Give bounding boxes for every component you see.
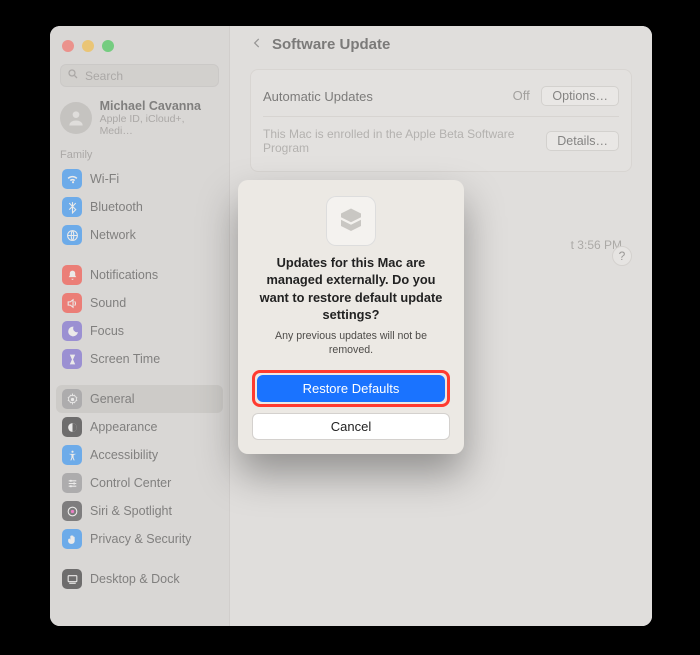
highlight-annotation: Restore Defaults	[252, 370, 450, 407]
globe-icon	[62, 225, 82, 245]
sidebar-item-notifications[interactable]: Notifications	[56, 261, 223, 289]
cancel-button[interactable]: Cancel	[252, 413, 450, 440]
search-icon	[67, 68, 79, 83]
updates-card: Automatic Updates Off Options… This Mac …	[250, 69, 632, 172]
sound-icon	[62, 293, 82, 313]
sidebar-item-label: Control Center	[90, 476, 171, 490]
title-bar: Software Update	[250, 36, 632, 69]
gear-icon	[62, 389, 82, 409]
sidebar-item-network[interactable]: Network	[56, 221, 223, 249]
sidebar-item-label: Sound	[90, 296, 126, 310]
bell-icon	[62, 265, 82, 285]
auto-updates-label: Automatic Updates	[263, 89, 373, 104]
sliders-icon	[62, 473, 82, 493]
page-title: Software Update	[272, 36, 390, 53]
sidebar-item-label: Siri & Spotlight	[90, 504, 172, 518]
sidebar-item-control-center[interactable]: Control Center	[56, 469, 223, 497]
sidebar-item-label: Accessibility	[90, 448, 158, 462]
details-button[interactable]: Details…	[546, 131, 619, 151]
appear-icon	[62, 417, 82, 437]
minimize-icon[interactable]	[82, 40, 94, 52]
dialog-heading: Updates for this Mac are managed externa…	[252, 254, 450, 323]
divider	[263, 116, 619, 117]
avatar	[60, 102, 92, 134]
sidebar-item-label: Wi-Fi	[90, 172, 119, 186]
dock-icon	[62, 569, 82, 589]
sidebar-item-privacy-security[interactable]: Privacy & Security	[56, 525, 223, 553]
sidebar-item-screen-time[interactable]: Screen Time	[56, 345, 223, 373]
profile-name: Michael Cavanna	[100, 99, 219, 113]
sidebar-item-focus[interactable]: Focus	[56, 317, 223, 345]
hour-icon	[62, 349, 82, 369]
sidebar-item-desktop-dock[interactable]: Desktop & Dock	[56, 565, 223, 593]
beta-enroll-text: This Mac is enrolled in the Apple Beta S…	[263, 127, 546, 155]
wifi-icon	[62, 169, 82, 189]
search-input[interactable]: Search	[60, 64, 219, 87]
help-button[interactable]: ?	[612, 246, 632, 266]
window-controls	[50, 34, 229, 62]
sidebar-item-label: Notifications	[90, 268, 158, 282]
sidebar-list: Wi-Fi Bluetooth Network Notifications Sound F…	[50, 163, 229, 595]
sidebar-item-label: Desktop & Dock	[90, 572, 180, 586]
sidebar: Search Michael Cavanna Apple ID, iCloud+…	[50, 26, 230, 626]
sidebar-item-label: General	[90, 392, 134, 406]
auto-updates-state: Off	[513, 88, 530, 103]
sidebar-item-label: Screen Time	[90, 352, 160, 366]
apple-id-row[interactable]: Michael Cavanna Apple ID, iCloud+, Medi…	[50, 95, 229, 145]
dialog-subtext: Any previous updates will not be removed…	[252, 329, 450, 358]
moon-icon	[62, 321, 82, 341]
restore-defaults-button[interactable]: Restore Defaults	[257, 375, 445, 402]
package-icon	[326, 196, 376, 246]
sidebar-item-label: Bluetooth	[90, 200, 143, 214]
sidebar-item-label: Privacy & Security	[90, 532, 191, 546]
bt-icon	[62, 197, 82, 217]
sidebar-item-label: Network	[90, 228, 136, 242]
sidebar-item-siri-spotlight[interactable]: Siri & Spotlight	[56, 497, 223, 525]
hand-icon	[62, 529, 82, 549]
family-header: Family	[50, 145, 229, 163]
sidebar-item-label: Focus	[90, 324, 124, 338]
sidebar-item-sound[interactable]: Sound	[56, 289, 223, 317]
sidebar-item-label: Appearance	[90, 420, 157, 434]
close-icon[interactable]	[62, 40, 74, 52]
back-button[interactable]	[250, 36, 264, 53]
zoom-icon[interactable]	[102, 40, 114, 52]
access-icon	[62, 445, 82, 465]
sidebar-item-accessibility[interactable]: Accessibility	[56, 441, 223, 469]
siri-icon	[62, 501, 82, 521]
sidebar-item-general[interactable]: General	[56, 385, 223, 413]
sidebar-item-appearance[interactable]: Appearance	[56, 413, 223, 441]
sidebar-item-wi-fi[interactable]: Wi-Fi	[56, 165, 223, 193]
sidebar-item-bluetooth[interactable]: Bluetooth	[56, 193, 223, 221]
profile-sub: Apple ID, iCloud+, Medi…	[100, 113, 219, 137]
options-button[interactable]: Options…	[541, 86, 619, 106]
restore-defaults-dialog: Updates for this Mac are managed externa…	[238, 180, 464, 454]
search-placeholder: Search	[85, 69, 123, 83]
